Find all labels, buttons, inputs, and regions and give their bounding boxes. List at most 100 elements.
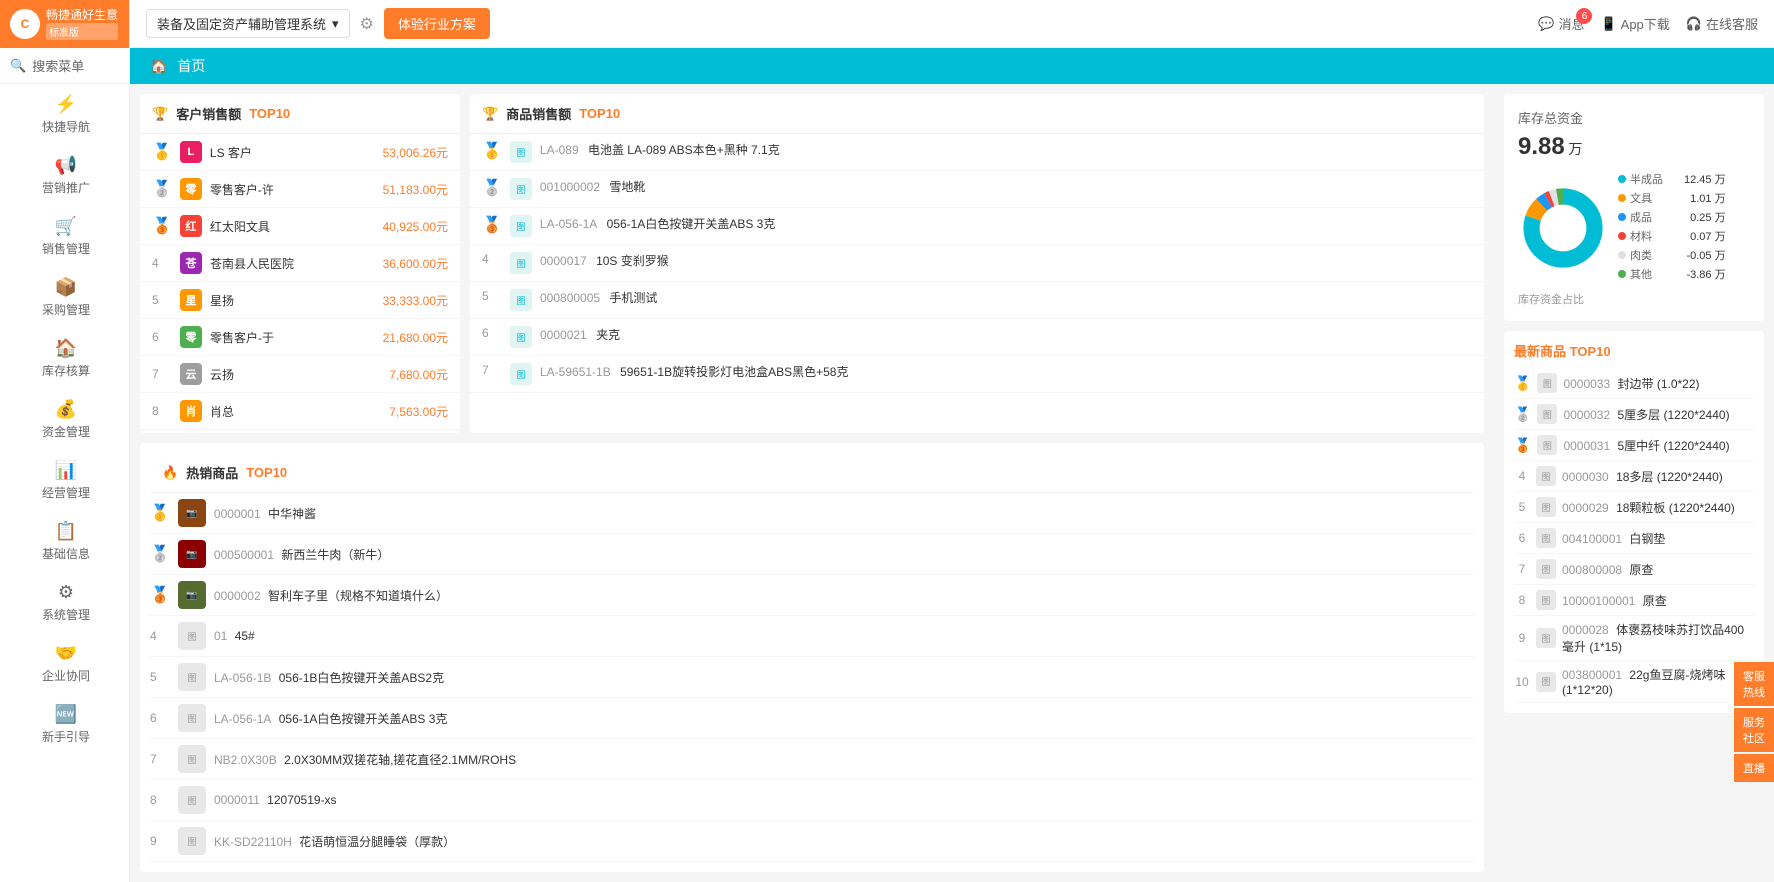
- float-button-2[interactable]: 直播: [1734, 754, 1774, 782]
- rank-num: 7: [482, 363, 502, 377]
- search-menu[interactable]: 🔍 搜索菜单: [0, 48, 129, 84]
- home-tab[interactable]: 🏠 首页: [130, 48, 1774, 84]
- rank-num: 5: [150, 670, 170, 684]
- rank-num: 8: [1514, 593, 1530, 607]
- customer-badge: 云: [180, 363, 202, 385]
- trial-button[interactable]: 体验行业方案: [384, 8, 490, 39]
- sidebar-item-quick-nav[interactable]: ⚡快捷导航: [0, 84, 129, 145]
- hot-product-img: 图: [178, 663, 206, 691]
- product-name: 手机测试: [609, 291, 657, 305]
- customer-badge: 星: [180, 289, 202, 311]
- product-name: 10S 变刹罗猴: [596, 254, 669, 268]
- sidebar-item-marketing[interactable]: 📢营销推广: [0, 145, 129, 206]
- customer-list-item: 🥉 红 红太阳文具 40,925.00元: [140, 208, 460, 245]
- sidebar-item-system[interactable]: ⚙系统管理: [0, 572, 129, 633]
- float-button-1[interactable]: 服务 社区: [1734, 708, 1774, 752]
- rank-num: 8: [152, 404, 172, 418]
- logo-text: 畅捷通好生意 标准版: [46, 8, 118, 39]
- legend-item: 成品 0.25 万: [1618, 209, 1726, 225]
- hot-product-img: 图: [178, 704, 206, 732]
- product-info: 000800005 手机测试: [540, 289, 1472, 306]
- customer-amount: 40,925.00元: [383, 218, 448, 235]
- newest-product-item: 🥇 图 0000033 封边带 (1.0*22): [1514, 368, 1754, 399]
- customer-list-item: 5 星 星扬 33,333.00元: [140, 282, 460, 319]
- sidebar-item-purchase[interactable]: 📦采购管理: [0, 267, 129, 328]
- system-icon: ⚙: [58, 582, 74, 603]
- legend-dot: [1618, 232, 1626, 240]
- legend-value: 0.25 万: [1680, 209, 1725, 225]
- sidebar-item-cooperation[interactable]: 🤝企业协同: [0, 633, 129, 694]
- hot-product-item: 8 图 0000011 12070519-xs: [150, 780, 1474, 821]
- item-code: 10000100001: [1562, 594, 1635, 608]
- product-list-item: 5 图 000800005 手机测试: [470, 282, 1484, 319]
- product-list-item: 🥇 图 LA-089 电池盖 LA-089 ABS本色+黑种 7.1克: [470, 134, 1484, 171]
- product-img: 图: [510, 363, 532, 385]
- purchase-icon: 📦: [55, 277, 77, 298]
- product-list-item: 6 图 0000021 夹克: [470, 319, 1484, 356]
- hot-product-info: 0000011 12070519-xs: [214, 793, 337, 807]
- item-info: 0000030 18多层 (1220*2440): [1562, 468, 1723, 485]
- customer-amount: 21,680.00元: [383, 329, 448, 346]
- main-content: 🏆 客户销售额 TOP10 🥇 L LS 客户 53,006.26元 🥈 零 零…: [130, 84, 1494, 882]
- settings-icon[interactable]: ⚙: [360, 14, 374, 34]
- legend-name: 材料: [1630, 228, 1670, 244]
- hot-product-info: LA-056-1A 056-1A白色按键开关盖ABS 3克: [214, 710, 447, 727]
- hot-product-item: 6 图 LA-056-1A 056-1A白色按键开关盖ABS 3克: [150, 698, 1474, 739]
- product-info: 001000002 雪地靴: [540, 178, 1472, 195]
- sidebar-item-basic[interactable]: 📋基础信息: [0, 511, 129, 572]
- product-img: 图: [510, 252, 532, 274]
- system-selector[interactable]: 装备及固定资产辅助管理系统 ▾: [146, 9, 350, 38]
- float-button-0[interactable]: 客服 热线: [1734, 662, 1774, 706]
- medal-icon: 🥈: [1514, 406, 1531, 423]
- hot-product-name: 45#: [235, 629, 255, 643]
- product-img: 图: [510, 178, 532, 200]
- item-name: 5厘多层 (1220*2440): [1618, 408, 1730, 422]
- content-area: 🏆 客户销售额 TOP10 🥇 L LS 客户 53,006.26元 🥈 零 零…: [130, 84, 1774, 882]
- legend-item: 文具 1.01 万: [1618, 190, 1726, 206]
- newest-product-item: 9 图 0000028 体褒荔枝味苏打饮品400毫升 (1*15): [1514, 616, 1754, 661]
- rank-num: 9: [1514, 631, 1530, 645]
- quick-nav-icon: ⚡: [55, 94, 77, 115]
- sidebar-logo: C 畅捷通好生意 标准版: [0, 0, 129, 48]
- app-download-button[interactable]: 📱 App下载: [1600, 14, 1669, 33]
- online-service-button[interactable]: 🎧 在线客服: [1686, 14, 1758, 33]
- stock-amount-row: 9.88 万: [1518, 133, 1750, 161]
- item-code: 004100001: [1562, 532, 1622, 546]
- item-code: 0000032: [1563, 408, 1610, 422]
- headset-icon: 🎧: [1686, 16, 1702, 32]
- item-name: 5厘中纤 (1220*2440): [1618, 439, 1730, 453]
- top-panels: 🏆 客户销售额 TOP10 🥇 L LS 客户 53,006.26元 🥈 零 零…: [140, 94, 1484, 433]
- message-badge: 6: [1576, 8, 1592, 24]
- item-info: 004100001 白钢垫: [1562, 530, 1665, 547]
- customer-name: 零售客户-于: [210, 329, 375, 346]
- customer-badge: 红: [180, 215, 202, 237]
- hot-product-name: 12070519-xs: [267, 793, 336, 807]
- sidebar-item-inventory[interactable]: 🏠库存核算: [0, 328, 129, 389]
- customer-name: 星扬: [210, 292, 375, 309]
- sidebar-item-operations[interactable]: 📊经营管理: [0, 450, 129, 511]
- product-info: 0000017 10S 变刹罗猴: [540, 252, 1472, 269]
- product-info: LA-089 电池盖 LA-089 ABS本色+黑种 7.1克: [540, 141, 1472, 158]
- message-button[interactable]: 💬 消息 6: [1538, 14, 1584, 33]
- item-img: 图: [1536, 628, 1556, 648]
- sidebar-item-finance[interactable]: 💰资金管理: [0, 389, 129, 450]
- customer-badge: L: [180, 141, 202, 163]
- product-list-item: 4 图 0000017 10S 变刹罗猴: [470, 245, 1484, 282]
- newest-products-list: 🥇 图 0000033 封边带 (1.0*22) 🥈 图 0000032 5厘多…: [1514, 368, 1754, 703]
- item-info: 0000033 封边带 (1.0*22): [1563, 375, 1699, 392]
- item-info: 0000031 5厘中纤 (1220*2440): [1563, 437, 1729, 454]
- hot-product-code: NB2.0X30B: [214, 753, 277, 767]
- rank-num: 9: [150, 834, 170, 848]
- hot-product-code: LA-056-1B: [214, 671, 271, 685]
- stock-legend: 半成品 12.45 万 文具 1.01 万 成品 0.25 万 材料 0.07 …: [1618, 171, 1726, 285]
- hot-product-code: LA-056-1A: [214, 712, 271, 726]
- sidebar-item-guide[interactable]: 🆕新手引导: [0, 694, 129, 755]
- legend-value: -0.05 万: [1676, 247, 1725, 263]
- hot-product-img: 图: [178, 745, 206, 773]
- product-code: LA-089: [540, 143, 579, 157]
- hot-products-header: 🔥 热销商品 TOP10: [150, 453, 1474, 493]
- phone-icon: 📱: [1600, 16, 1616, 32]
- medal-icon: 🥈: [152, 179, 172, 199]
- hot-product-code: 0000001: [214, 507, 261, 521]
- sidebar-item-sales[interactable]: 🛒销售管理: [0, 206, 129, 267]
